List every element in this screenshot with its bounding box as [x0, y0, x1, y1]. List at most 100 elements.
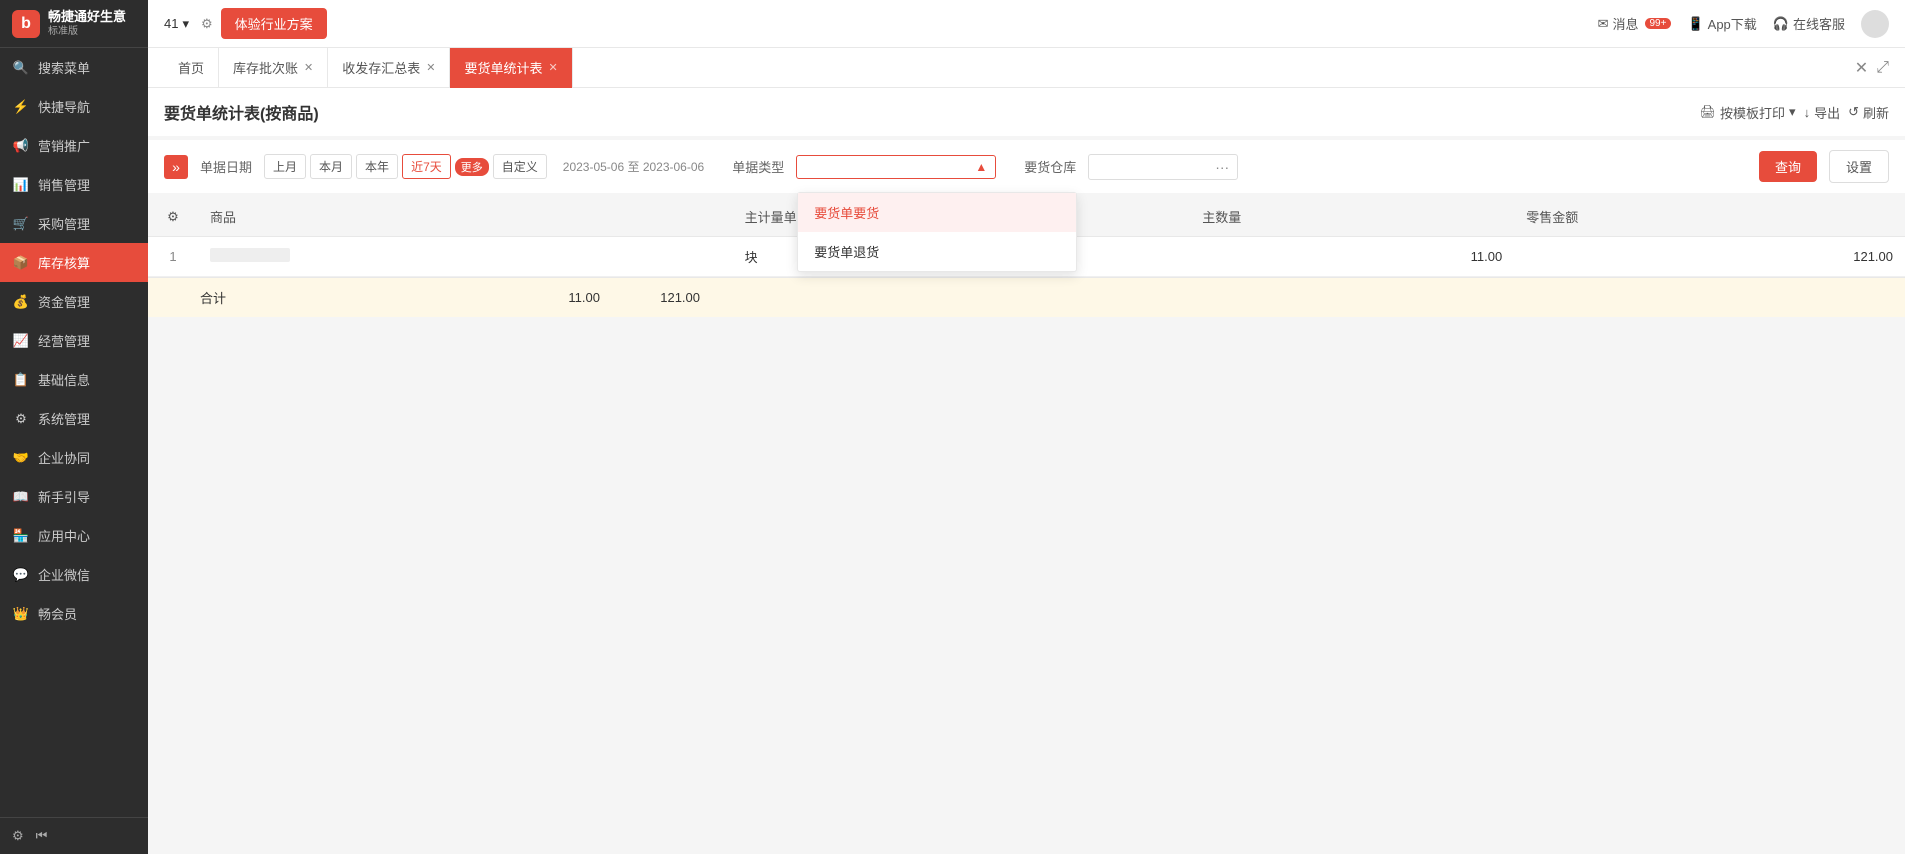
footer-label: 合计: [160, 288, 360, 307]
sidebar-label-5: 库存核算: [38, 253, 90, 272]
warehouse-label: 要货仓库: [1024, 157, 1076, 176]
this-year-btn[interactable]: 本年: [356, 154, 398, 179]
sidebar-item-企业协同[interactable]: 🤝 企业协同: [0, 438, 148, 477]
sidebar-label-4: 采购管理: [38, 214, 90, 233]
sidebar-item-应用中心[interactable]: 🏪应用中心: [0, 516, 148, 555]
sidebar-label-0: 搜索菜单: [38, 58, 90, 77]
sidebar-bottom-icons[interactable]: ⚙ ⏮: [12, 828, 47, 844]
page-actions: 🖨 按模板打印 ▾ ↓ 导出 ↺ 刷新: [1700, 103, 1890, 122]
date-range-text: 2023-05-06 至 2023-06-06: [563, 158, 704, 175]
tab-0[interactable]: 首页: [164, 48, 219, 88]
more-dates-badge[interactable]: 更多: [455, 158, 489, 176]
export-action[interactable]: ↓ 导出: [1804, 103, 1841, 122]
last-7days-btn[interactable]: 近7天: [402, 154, 451, 179]
sidebar-icon-6: 💰: [12, 294, 30, 310]
avatar[interactable]: [1861, 10, 1889, 38]
sidebar-icon-11: 📖: [12, 489, 30, 505]
refresh-action[interactable]: ↺ 刷新: [1848, 103, 1889, 122]
sidebar-icon-10: 🤝: [12, 450, 30, 466]
service-icon: 🎧: [1773, 16, 1789, 32]
sidebar-item-基础信息[interactable]: 📋 基础信息: [0, 360, 148, 399]
try-industry-button[interactable]: 体验行业方案: [221, 8, 327, 39]
page-title: 要货单统计表(按商品): [164, 100, 319, 124]
app-download-item[interactable]: 📱 App下载: [1687, 14, 1756, 33]
settings-button[interactable]: 设置: [1829, 150, 1889, 183]
tabs-container: 首页库存批次账✕ 收发存汇总表 ✕ 要货单统计表 ✕: [164, 48, 573, 88]
tab-3[interactable]: 要货单统计表 ✕: [450, 48, 572, 88]
online-service-item[interactable]: 🎧 在线客服: [1773, 14, 1845, 33]
collapse-icon[interactable]: ⏮: [36, 828, 48, 844]
sidebar-item-销售管理[interactable]: 📊销售管理: [0, 165, 148, 204]
sidebar-label-14: 畅会员: [38, 604, 77, 623]
custom-date-btn[interactable]: 自定义: [493, 154, 547, 179]
tab-1[interactable]: 库存批次账✕: [219, 48, 328, 88]
more-filters-icon[interactable]: ···: [1215, 159, 1229, 175]
sidebar-label-8: 基础信息: [38, 370, 90, 389]
warehouse-select[interactable]: ···: [1088, 154, 1238, 180]
cell-amount: 121.00: [1514, 237, 1905, 277]
expand-tabs-icon[interactable]: ⤢: [1876, 59, 1889, 77]
close-all-tabs-icon[interactable]: ✕: [1855, 58, 1868, 78]
sidebar-item-经营管理[interactable]: 📈经营管理: [0, 321, 148, 360]
sidebar-item-资金管理[interactable]: 💰 资金管理: [0, 282, 148, 321]
sidebar-item-系统管理[interactable]: ⚙系统管理: [0, 399, 148, 438]
sidebar: b 畅捷通好生意 标准版 🔍搜索菜单⚡快捷导航 📢 营销推广 📊销售管理 🛒 采购管理 📦库…: [0, 0, 148, 854]
sidebar-icon-8: 📋: [12, 372, 30, 388]
sidebar-icon-1: ⚡: [12, 99, 30, 115]
tab-close-icon-3[interactable]: ✕: [549, 61, 558, 74]
tab-label-3: 要货单统计表: [464, 58, 542, 77]
sidebar-item-快捷导航[interactable]: ⚡快捷导航: [0, 87, 148, 126]
sidebar-logo: b 畅捷通好生意 标准版: [0, 0, 148, 48]
messages-item[interactable]: ✉ 消息 99+: [1598, 14, 1672, 33]
sidebar-label-13: 企业微信: [38, 565, 90, 584]
footer-amount: 121.00: [620, 290, 700, 305]
sidebar-label-12: 应用中心: [38, 526, 90, 545]
sidebar-item-营销推广[interactable]: 📢 营销推广: [0, 126, 148, 165]
sidebar-label-6: 资金管理: [38, 292, 90, 311]
sidebar-label-2: 营销推广: [38, 136, 90, 155]
top-header-right: ✉ 消息 99+ 📱 App下载 🎧 在线客服: [1598, 10, 1889, 38]
company-chevron-icon: ▾: [182, 16, 189, 32]
type-label: 单据类型: [732, 157, 784, 176]
header-settings-icon[interactable]: ⚙: [201, 16, 213, 32]
print-action[interactable]: 🖨 按模板打印 ▾: [1700, 103, 1796, 122]
refresh-icon: ↺: [1848, 104, 1859, 120]
col-settings-icon[interactable]: ⚙: [148, 197, 198, 237]
tab-close-icon-2[interactable]: ✕: [426, 61, 435, 74]
sidebar-icon-2: 📢: [12, 138, 30, 154]
col-amount: 零售金额: [1514, 197, 1905, 237]
sidebar-item-企业微信[interactable]: 💬企业微信: [0, 555, 148, 594]
tab-label-2: 收发存汇总表: [342, 58, 420, 77]
tab-close-icon-1[interactable]: ✕: [304, 61, 313, 74]
date-shortcuts: 上月 本月 本年 近7天 更多 自定义: [264, 154, 547, 179]
print-chevron-icon: ▾: [1789, 104, 1796, 120]
sidebar-item-搜索菜单[interactable]: 🔍搜索菜单: [0, 48, 148, 87]
sidebar-icon-14: 👑: [12, 606, 30, 622]
date-label: 单据日期: [200, 157, 252, 176]
dropdown-item-return-goods[interactable]: 要货单退货: [798, 232, 1076, 271]
filter-area: » 单据日期 上月 本月 本年 近7天 更多 自定义 2023-05-06 至 …: [148, 140, 1905, 193]
sidebar-item-采购管理[interactable]: 🛒 采购管理: [0, 204, 148, 243]
sidebar-icon-4: 🛒: [12, 216, 30, 232]
sidebar-item-畅会员[interactable]: 👑 畅会员: [0, 594, 148, 633]
footer-quantity: 11.00: [520, 290, 600, 305]
sidebar-icon-3: 📊: [12, 177, 30, 193]
last-month-btn[interactable]: 上月: [264, 154, 306, 179]
sidebar-bottom: ⚙ ⏮: [0, 817, 148, 854]
this-month-btn[interactable]: 本月: [310, 154, 352, 179]
query-button[interactable]: 查询: [1759, 151, 1817, 182]
dropdown-item-order-goods[interactable]: 要货单要货: [798, 193, 1076, 232]
cell-product: [198, 237, 733, 277]
sidebar-item-库存核算[interactable]: 📦库存核算: [0, 243, 148, 282]
sidebar-item-新手引导[interactable]: 📖新手引导: [0, 477, 148, 516]
messages-label: 消息: [1612, 14, 1638, 33]
cell-quantity: 11.00: [1190, 237, 1514, 277]
company-selector[interactable]: 41 ▾: [164, 16, 189, 32]
tab-2[interactable]: 收发存汇总表 ✕: [328, 48, 450, 88]
sidebar-label-10: 企业协同: [38, 448, 90, 467]
sidebar-icon-9: ⚙: [12, 411, 30, 427]
type-select[interactable]: ▲ 要货单要货 要货单退货: [796, 155, 996, 179]
content-area: 要货单统计表(按商品) 🖨 按模板打印 ▾ ↓ 导出 ↺ 刷新 »: [148, 88, 1905, 854]
settings-icon[interactable]: ⚙: [12, 828, 24, 844]
filter-expand-button[interactable]: »: [164, 155, 188, 179]
